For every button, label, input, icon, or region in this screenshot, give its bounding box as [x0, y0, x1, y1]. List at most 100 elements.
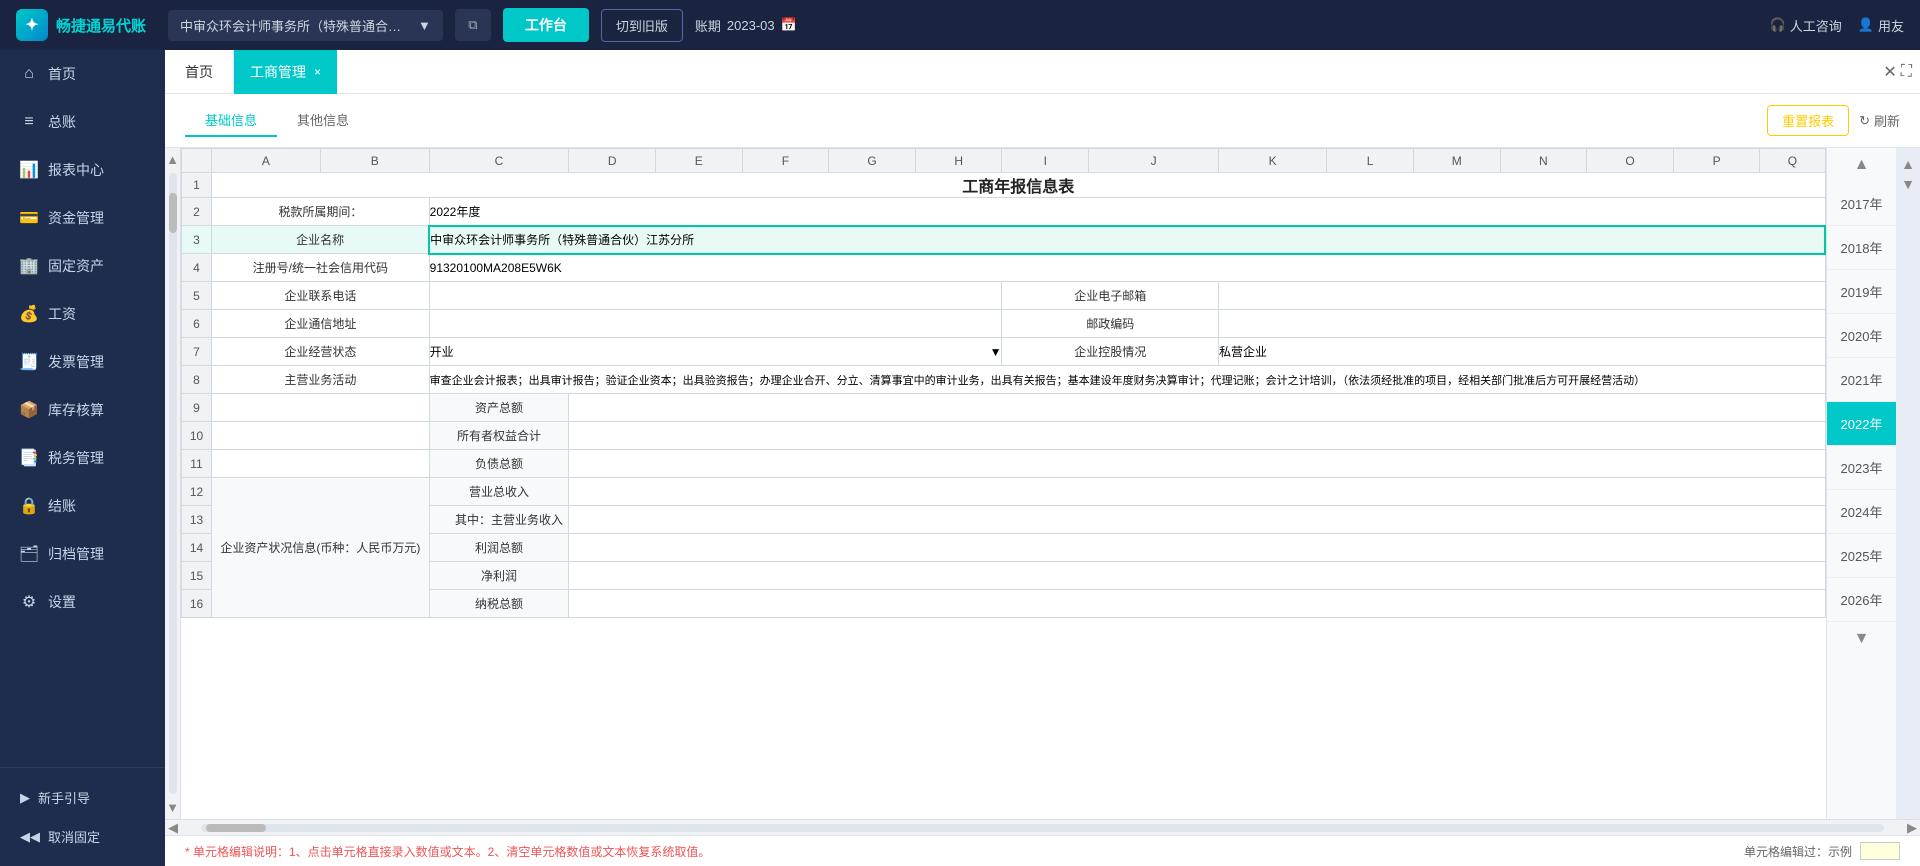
scroll-thumb-h [206, 824, 266, 832]
period-info: 账期 2023-03 📅 [695, 16, 797, 35]
cell-regnum-value[interactable]: 91320100MA208E5W6K [429, 254, 1825, 282]
sidebar-item-report[interactable]: 📊 报表中心 [0, 146, 165, 194]
sidebar-item-fund[interactable]: 💳 资金管理 [0, 194, 165, 242]
tax-icon: 📑 [20, 449, 38, 467]
sidebar-item-invoice[interactable]: 🧾 发票管理 [0, 338, 165, 386]
calendar-icon[interactable]: 📅 [781, 17, 797, 33]
scroll-thumb-v [169, 193, 177, 233]
row-num-15: 15 [182, 562, 212, 590]
service-button[interactable]: 🎧 人工咨询 [1770, 16, 1842, 35]
cell-company-value[interactable]: 中审众环会计师事务所（特殊普通合伙）江苏分所 [429, 226, 1825, 254]
cell-totalrev-value[interactable] [569, 478, 1825, 506]
cell-netprofit-value[interactable] [569, 562, 1825, 590]
cell-address-value[interactable] [429, 310, 1002, 338]
sidebar-item-asset-label: 固定资产 [48, 256, 104, 276]
logo-icon: ✦ [16, 9, 48, 41]
cell-bizstatus-value[interactable]: 开业 ▼ [429, 338, 1002, 366]
table-row: 3 企业名称 中审众环会计师事务所（特殊普通合伙）江苏分所 [182, 226, 1826, 254]
asset-icon: 🏢 [20, 257, 38, 275]
sidebar-item-tax[interactable]: 📑 税务管理 [0, 434, 165, 482]
year-item-2020[interactable]: 2020年 [1827, 314, 1896, 358]
col-header-o: O [1587, 149, 1674, 173]
collapse-down-icon[interactable]: ▼ [1901, 176, 1915, 192]
sidebar-item-wage[interactable]: 💰 工资 [0, 290, 165, 338]
collapse-sidebar[interactable]: ▲ ▼ [1896, 148, 1920, 819]
cell-holdingtype-value[interactable]: 私营企业 [1219, 338, 1825, 366]
year-item-2017[interactable]: 2017年 [1827, 182, 1896, 226]
year-item-2021[interactable]: 2021年 [1827, 358, 1896, 402]
vertical-scroll-bar[interactable]: ▲ ▼ [165, 148, 181, 819]
year-nav-up[interactable]: ▲ [1827, 148, 1896, 182]
year-nav-down[interactable]: ▼ [1827, 622, 1896, 656]
sidebar: ⌂ 首页 ≡ 总账 📊 报表中心 💳 资金管理 🏢 固定资产 💰 工资 [0, 50, 165, 866]
table-row: 10 所有者权益合计 [182, 422, 1826, 450]
table-row: 12 企业资产状况信息(币种：人民币万元) 营业总收入 [182, 478, 1826, 506]
refresh-button[interactable]: ↻ 刷新 [1859, 111, 1900, 130]
tab-home[interactable]: 首页 [165, 50, 234, 94]
table-row: 7 企业经营状态 开业 ▼ 企业控股情况 私营企业 [182, 338, 1826, 366]
tab-other[interactable]: 其他信息 [277, 104, 369, 137]
cell-mainrev-label: 其中：主营业务收入 [429, 506, 569, 534]
year-item-2026[interactable]: 2026年 [1827, 578, 1896, 622]
tab-basic[interactable]: 基础信息 [185, 104, 277, 137]
sidebar-item-ledger[interactable]: ≡ 总账 [0, 98, 165, 146]
old-version-button[interactable]: 切到旧版 [601, 9, 683, 42]
sidebar-item-archive[interactable]: 🗂 归档管理 [0, 530, 165, 578]
row-num-9: 9 [182, 394, 212, 422]
sidebar-item-home[interactable]: ⌂ 首页 [0, 50, 165, 98]
horizontal-scroll-bar[interactable]: ◀ ▶ [165, 819, 1920, 835]
col-header-num [182, 149, 212, 173]
window-close-button[interactable]: ✕ [1883, 62, 1896, 82]
user-button[interactable]: 👤 用友 [1858, 16, 1904, 35]
content-area: 首页 工商管理 × ✕ ⛶ 基础信息 其他信息 重置报表 ↻ 刷新 [165, 50, 1920, 866]
year-sidebar: ▲ 2017年 2018年 2019年 2020年 2021年 2022年 20… [1826, 148, 1896, 819]
user-label: 用友 [1878, 16, 1904, 35]
copy-button[interactable]: ⧉ [455, 9, 491, 41]
bizstatus-dropdown-icon[interactable]: ▼ [990, 345, 1002, 359]
sidebar-item-unpin[interactable]: ◀◀ 取消固定 [0, 817, 165, 856]
cell-phone-value[interactable] [429, 282, 1002, 310]
scroll-track-h[interactable] [201, 824, 1884, 832]
row-num-16: 16 [182, 590, 212, 618]
reset-report-button[interactable]: 重置报表 [1767, 105, 1849, 136]
company-selector[interactable]: 中审众环会计师事务所（特殊普通合伙... ▼ [168, 10, 443, 41]
tab-active-commerce[interactable]: 工商管理 × [234, 50, 337, 94]
sidebar-item-asset[interactable]: 🏢 固定资产 [0, 242, 165, 290]
cell-totalasset-value[interactable] [569, 394, 1825, 422]
cell-bizact-value[interactable]: 审查企业会计报表；出具审计报告；验证企业资本；出具验资报告；办理企业合开、分立、… [429, 366, 1825, 394]
cell-mainrev-value[interactable] [569, 506, 1825, 534]
table-row: 9 资产总额 [182, 394, 1826, 422]
year-item-2025[interactable]: 2025年 [1827, 534, 1896, 578]
cell-postcode-value[interactable] [1219, 310, 1825, 338]
year-item-2023[interactable]: 2023年 [1827, 446, 1896, 490]
sidebar-item-close[interactable]: 🔒 结账 [0, 482, 165, 530]
year-item-2022[interactable]: 2022年 [1827, 402, 1896, 446]
sidebar-item-guide[interactable]: ▶ 新手引导 [0, 778, 165, 817]
year-item-2024[interactable]: 2024年 [1827, 490, 1896, 534]
cell-period-value[interactable]: 2022年度 [429, 198, 1825, 226]
service-icon: 🎧 [1770, 17, 1786, 33]
cell-totalprofit-value[interactable] [569, 534, 1825, 562]
cell-totalliab-value[interactable] [569, 450, 1825, 478]
window-expand-button[interactable]: ⛶ [1901, 63, 1912, 81]
col-header-e: E [655, 149, 742, 173]
cell-email-value[interactable] [1219, 282, 1825, 310]
user-avatar-icon: 👤 [1858, 17, 1874, 33]
sidebar-item-settings[interactable]: ⚙ 设置 [0, 578, 165, 626]
workbench-button[interactable]: 工作台 [503, 8, 589, 42]
cell-totaltax-value[interactable] [569, 590, 1825, 618]
cell-title[interactable]: 工商年报信息表 [212, 173, 1826, 198]
year-item-2018[interactable]: 2018年 [1827, 226, 1896, 270]
cell-equity-value[interactable] [569, 422, 1825, 450]
scroll-right-button[interactable]: ▶ [1904, 820, 1920, 836]
period-label: 账期 [695, 16, 721, 35]
cell-regnum-label: 注册号/统一社会信用代码 [212, 254, 430, 282]
sidebar-item-inventory[interactable]: 📦 库存核算 [0, 386, 165, 434]
sidebar-item-inventory-label: 库存核算 [48, 400, 104, 420]
cell-empty-9 [212, 394, 430, 422]
year-item-2019[interactable]: 2019年 [1827, 270, 1896, 314]
cell-company-label: 企业名称 [212, 226, 430, 254]
tab-close-icon[interactable]: × [314, 65, 321, 79]
scroll-left-button[interactable]: ◀ [165, 820, 181, 836]
collapse-up-icon[interactable]: ▲ [1901, 156, 1915, 172]
